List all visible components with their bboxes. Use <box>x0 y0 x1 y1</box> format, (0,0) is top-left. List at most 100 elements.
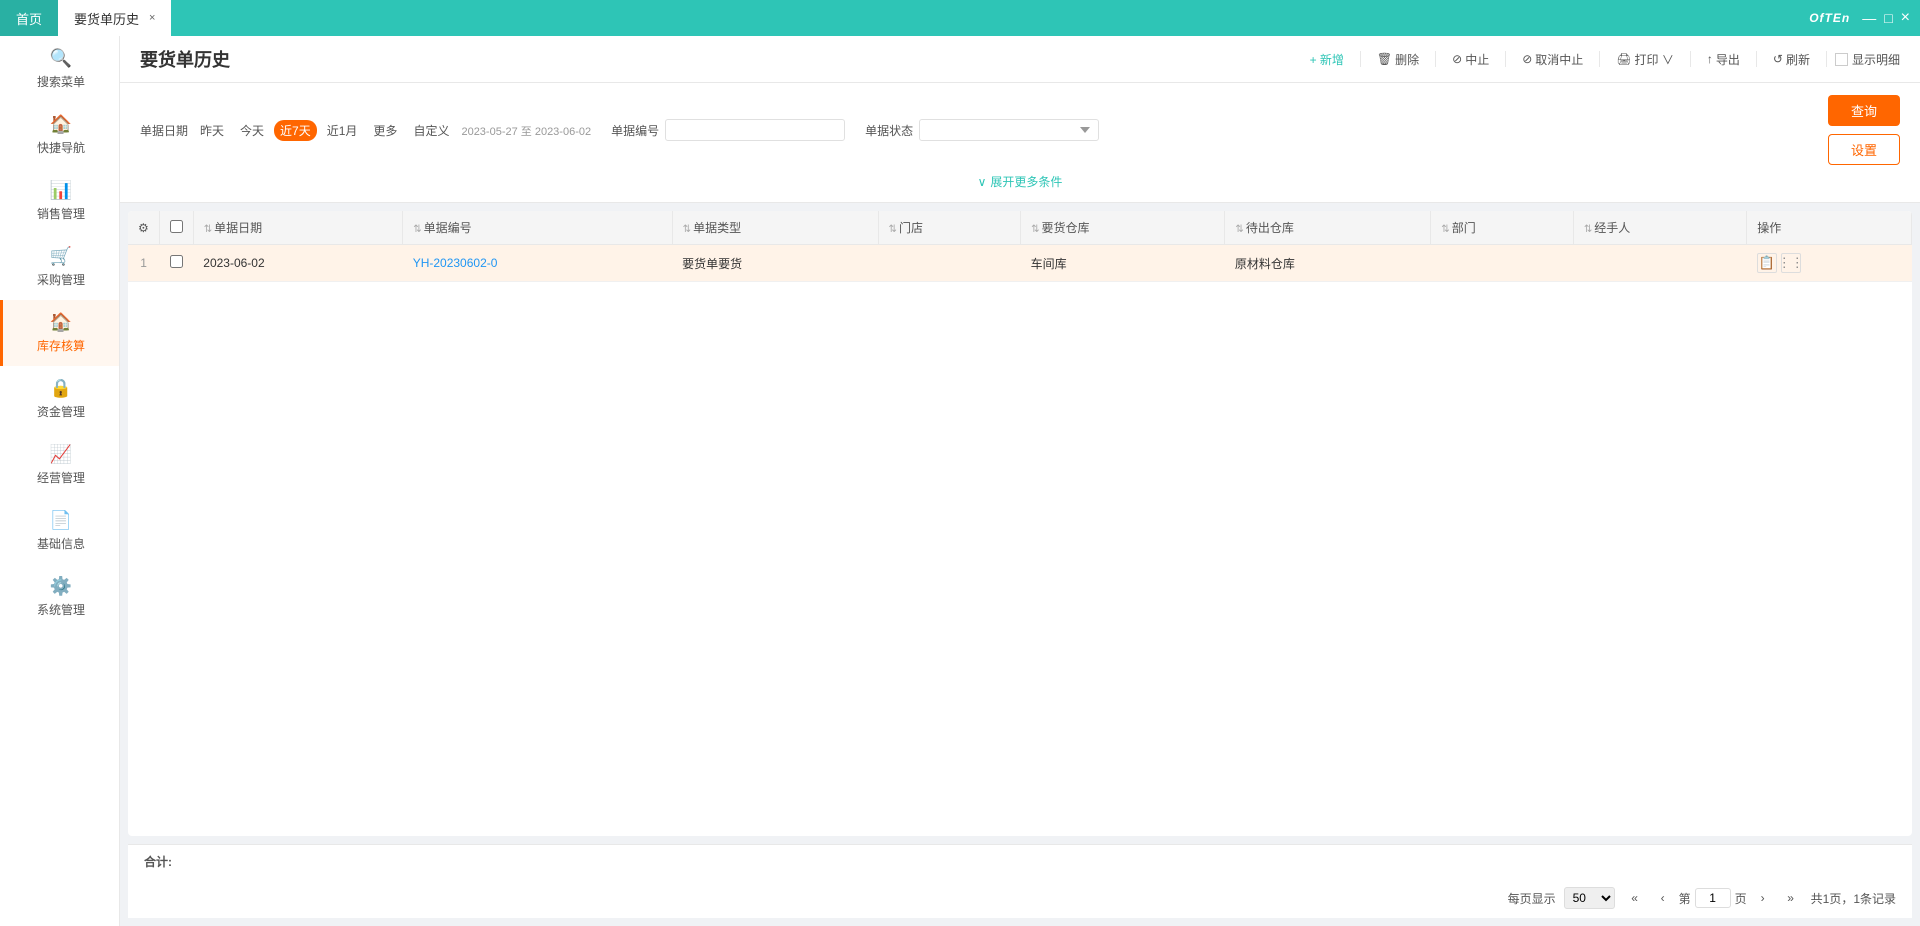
date-range-display: 2023-05-27 至 2023-06-02 <box>461 123 591 139</box>
stop-button[interactable]: ⊘ 中止 <box>1444 47 1497 72</box>
date-shortcuts: 昨天 今天 近7天 近1月 更多 自定义 <box>194 120 455 141</box>
refresh-label: 刷新 <box>1786 51 1810 68</box>
prev-page-btn[interactable]: ‹ <box>1651 886 1675 910</box>
sidebar-item-quick-nav[interactable]: 🏠 快捷导航 <box>0 102 119 168</box>
sidebar-item-inventory[interactable]: 🏠 库存核算 <box>0 300 119 366</box>
col-department[interactable]: 部门 <box>1431 211 1574 245</box>
first-page-btn[interactable]: « <box>1623 886 1647 910</box>
delete-button[interactable]: 🗑 删除 <box>1369 47 1427 72</box>
system-icon: ⚙️ <box>50 576 72 597</box>
sidebar-item-basic-info[interactable]: 📄 基础信息 <box>0 498 119 564</box>
date-1month[interactable]: 近1月 <box>321 120 364 141</box>
date-7days[interactable]: 近7天 <box>274 120 317 141</box>
cancel-stop-icon: ⊘ <box>1522 52 1532 66</box>
filter-buttons: 查询 设置 <box>1828 95 1900 165</box>
minimize-btn[interactable]: — <box>1862 10 1876 26</box>
cancel-stop-button[interactable]: ⊘ 取消中止 <box>1514 47 1591 72</box>
settings-button[interactable]: 设置 <box>1828 134 1900 165</box>
doc-status-select[interactable] <box>919 119 1099 141</box>
row-actions: 📋 ⋮⋮ <box>1747 245 1912 282</box>
date-more[interactable]: 更多 <box>367 120 403 141</box>
tab-home[interactable]: 首页 <box>0 0 58 36</box>
row-department <box>1431 245 1574 282</box>
sidebar-item-purchase-label: 采购管理 <box>37 271 85 288</box>
page-number-input[interactable] <box>1695 888 1731 908</box>
page-of-label: 页 <box>1735 890 1747 907</box>
doc-number-label: 单据编号 <box>611 122 659 139</box>
row-req-warehouse: 车间库 <box>1021 245 1225 282</box>
export-label: 导出 <box>1716 51 1740 68</box>
col-number[interactable]: 单据编号 <box>403 211 672 245</box>
page-navigation: « ‹ 第 页 › » <box>1623 886 1803 910</box>
top-bar: 首页 要货单历史 × OfTEn — □ × <box>0 0 1920 36</box>
print-button[interactable]: 🖨 打印 ∨ <box>1608 47 1682 72</box>
tab-home-label: 首页 <box>16 9 42 28</box>
row-checkbox[interactable] <box>159 245 193 282</box>
date-today[interactable]: 今天 <box>234 120 270 141</box>
page-header: 要货单历史 + 新增 🗑 删除 ⊘ 中止 ⊘ 取消中止 <box>120 36 1920 83</box>
sidebar-item-operations[interactable]: 📈 经营管理 <box>0 432 119 498</box>
col-date[interactable]: 单据日期 <box>193 211 402 245</box>
row-number[interactable]: YH-20230602-0 <box>403 245 672 282</box>
tab-history[interactable]: 要货单历史 × <box>58 0 171 36</box>
basic-info-icon: 📄 <box>50 510 72 531</box>
top-bar-right: OfTEn <box>1797 11 1862 25</box>
date-yesterday[interactable]: 昨天 <box>194 120 230 141</box>
display-detail-toggle[interactable]: 显示明细 <box>1835 51 1900 68</box>
per-page-select[interactable]: 50 10 20 100 <box>1564 887 1615 909</box>
row-edit-icon[interactable]: 📋 <box>1757 253 1777 273</box>
sidebar-item-search-label: 搜索菜单 <box>37 73 85 90</box>
col-req-warehouse[interactable]: 要货仓库 <box>1021 211 1225 245</box>
inventory-icon: 🏠 <box>50 312 72 333</box>
col-handler[interactable]: 经手人 <box>1573 211 1746 245</box>
page-label: 第 <box>1679 890 1691 907</box>
cancel-stop-label: 取消中止 <box>1535 51 1583 68</box>
display-detail-checkbox[interactable] <box>1835 53 1848 66</box>
stop-label: 中止 <box>1465 51 1489 68</box>
operations-icon: 📈 <box>50 444 72 465</box>
date-custom[interactable]: 自定义 <box>407 120 455 141</box>
stop-icon: ⊘ <box>1452 52 1462 66</box>
maximize-btn[interactable]: □ <box>1884 10 1892 26</box>
col-checkbox[interactable] <box>159 211 193 245</box>
refresh-icon: ↺ <box>1773 52 1783 66</box>
date-filter: 单据日期 昨天 今天 近7天 近1月 更多 自定义 2023-05-27 至 2… <box>140 120 591 141</box>
divider-2 <box>1435 51 1436 67</box>
sidebar-item-search[interactable]: 🔍 搜索菜单 <box>0 36 119 102</box>
tab-bar: 首页 要货单历史 × <box>0 0 1797 36</box>
query-button[interactable]: 查询 <box>1828 95 1900 126</box>
row-more-icon[interactable]: ⋮⋮ <box>1781 253 1801 273</box>
per-page-label: 每页显示 <box>1508 890 1556 907</box>
table-header-row: ⚙ 单据日期 单据编号 单据类型 门店 要货仓库 待出仓库 部门 经手人 操作 <box>128 211 1912 245</box>
col-type[interactable]: 单据类型 <box>672 211 878 245</box>
export-button[interactable]: ↑ 导出 <box>1699 47 1748 72</box>
expand-more-label: 展开更多条件 <box>990 173 1062 190</box>
next-page-btn[interactable]: › <box>1751 886 1775 910</box>
doc-number-input[interactable] <box>665 119 845 141</box>
purchase-icon: 🛒 <box>50 246 72 267</box>
last-page-btn[interactable]: » <box>1779 886 1803 910</box>
main-layout: 🔍 搜索菜单 🏠 快捷导航 📊 销售管理 🛒 采购管理 🏠 库存核算 🔒 资金管… <box>0 36 1920 926</box>
expand-more-btn[interactable]: ∨ 展开更多条件 <box>140 173 1900 190</box>
row-dest-warehouse: 原材料仓库 <box>1225 245 1431 282</box>
sidebar-item-finance[interactable]: 🔒 资金管理 <box>0 366 119 432</box>
select-all-checkbox[interactable] <box>170 220 183 233</box>
divider-3 <box>1505 51 1506 67</box>
close-btn[interactable]: × <box>1901 9 1910 27</box>
refresh-button[interactable]: ↺ 刷新 <box>1765 47 1818 72</box>
col-dest-warehouse[interactable]: 待出仓库 <box>1225 211 1431 245</box>
page-title: 要货单历史 <box>140 46 230 72</box>
doc-status-filter: 单据状态 <box>865 119 1099 141</box>
page-actions: + 新增 🗑 删除 ⊘ 中止 ⊘ 取消中止 🖨 <box>1302 47 1900 72</box>
tab-close-icon[interactable]: × <box>149 12 155 24</box>
col-store[interactable]: 门店 <box>878 211 1021 245</box>
new-button[interactable]: + 新增 <box>1302 47 1352 72</box>
col-settings[interactable]: ⚙ <box>128 211 159 245</box>
summary-label: 合计: <box>144 853 172 870</box>
tab-history-label: 要货单历史 <box>74 9 139 28</box>
sidebar-item-purchase[interactable]: 🛒 采购管理 <box>0 234 119 300</box>
sidebar-item-system[interactable]: ⚙️ 系统管理 <box>0 564 119 630</box>
row-store <box>878 245 1021 282</box>
sidebar-item-sales[interactable]: 📊 销售管理 <box>0 168 119 234</box>
sales-icon: 📊 <box>50 180 72 201</box>
